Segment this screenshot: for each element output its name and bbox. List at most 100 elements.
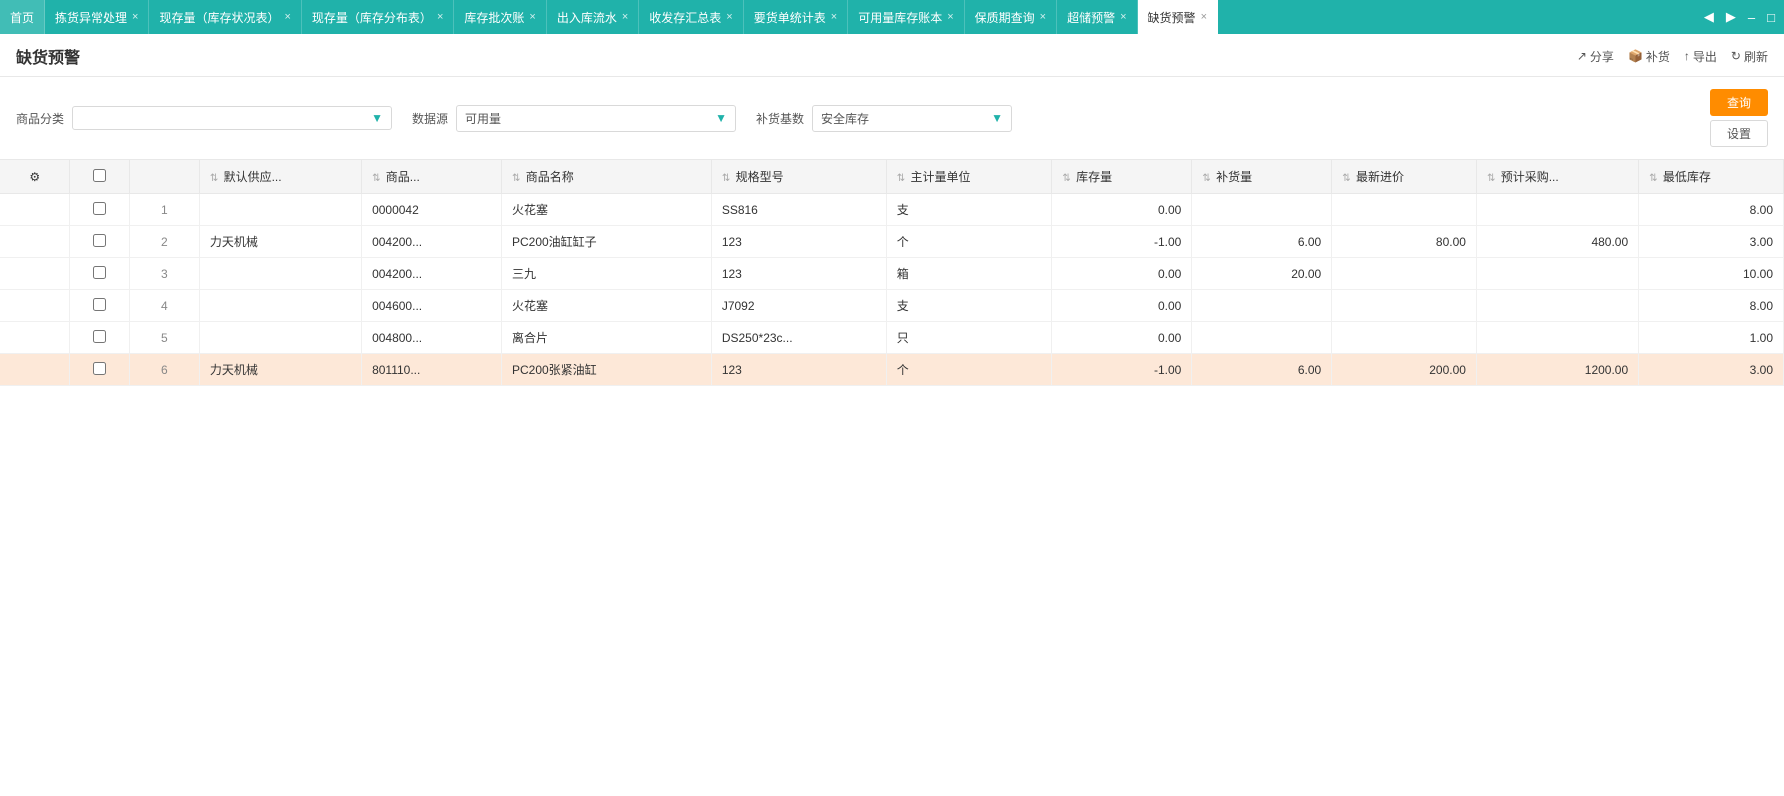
tab-inout-flow-close[interactable]: × bbox=[622, 11, 628, 23]
category-select[interactable]: ▼ bbox=[72, 106, 392, 130]
query-button[interactable]: 查询 bbox=[1710, 89, 1768, 116]
row-spec: DS250*23c... bbox=[711, 322, 886, 354]
row-checkbox-cell bbox=[70, 354, 129, 386]
tab-stock-dist-close[interactable]: × bbox=[437, 11, 443, 23]
datasource-filter-group: 数据源 可用量 ▼ bbox=[412, 105, 736, 132]
replenish-basis-select[interactable]: 安全库存 ▼ bbox=[812, 105, 1012, 132]
tab-overstock[interactable]: 超储预警 × bbox=[1057, 0, 1137, 34]
col-default-supplier[interactable]: ⇅ 默认供应... bbox=[199, 160, 361, 194]
tab-expiry[interactable]: 保质期查询 × bbox=[965, 0, 1057, 34]
shortage-table: ⚙ ⇅ 默认供应... ⇅ 商品... ⇅ bbox=[0, 159, 1784, 386]
tab-receipt-summary[interactable]: 收发存汇总表 × bbox=[639, 0, 743, 34]
gear-header-icon[interactable]: ⚙ bbox=[29, 170, 40, 184]
row-checkbox[interactable] bbox=[93, 298, 106, 311]
row-checkbox-cell bbox=[70, 322, 129, 354]
refresh-action[interactable]: ↻ 刷新 bbox=[1731, 48, 1768, 65]
datasource-arrow-icon: ▼ bbox=[715, 111, 727, 125]
col-estimated-purchase[interactable]: ⇅ 预计采购... bbox=[1476, 160, 1638, 194]
tab-expiry-close[interactable]: × bbox=[1040, 11, 1046, 23]
row-product-code: 004200... bbox=[362, 226, 502, 258]
col-row-num bbox=[129, 160, 199, 194]
row-product-code: 0000042 bbox=[362, 194, 502, 226]
row-default-supplier bbox=[199, 322, 361, 354]
row-latest-price bbox=[1332, 194, 1477, 226]
tab-home[interactable]: 首页 bbox=[0, 0, 45, 34]
share-action[interactable]: ↗ 分享 bbox=[1577, 48, 1614, 65]
sort-icon: ⇅ bbox=[1649, 173, 1657, 184]
sort-icon: ⇅ bbox=[1342, 173, 1350, 184]
tab-exception-close[interactable]: × bbox=[132, 11, 138, 23]
row-gear-cell bbox=[0, 322, 70, 354]
tab-minimize-btn[interactable]: – bbox=[1743, 8, 1760, 27]
tab-maximize-btn[interactable]: □ bbox=[1762, 8, 1780, 27]
row-stock-qty: 0.00 bbox=[1052, 322, 1192, 354]
tab-order-stats[interactable]: 要货单统计表 × bbox=[744, 0, 848, 34]
tab-available[interactable]: 可用量库存账本 × bbox=[848, 0, 964, 34]
col-product-name[interactable]: ⇅ 商品名称 bbox=[501, 160, 711, 194]
row-spec: 123 bbox=[711, 354, 886, 386]
tab-inout-flow[interactable]: 出入库流水 × bbox=[547, 0, 639, 34]
replenish-action[interactable]: 📦 补货 bbox=[1628, 48, 1670, 65]
row-unit: 个 bbox=[886, 226, 1052, 258]
row-product-name: PC200张紧油缸 bbox=[501, 354, 711, 386]
row-stock-qty: -1.00 bbox=[1052, 226, 1192, 258]
datasource-select[interactable]: 可用量 ▼ bbox=[456, 105, 736, 132]
row-number: 5 bbox=[129, 322, 199, 354]
row-gear-cell bbox=[0, 226, 70, 258]
tab-stock-status-close[interactable]: × bbox=[284, 11, 290, 23]
export-label: 导出 bbox=[1693, 48, 1717, 65]
col-gear: ⚙ bbox=[0, 160, 70, 194]
tab-batch-close[interactable]: × bbox=[529, 11, 535, 23]
tab-shortage-close[interactable]: × bbox=[1201, 11, 1207, 23]
table-row: 6 力天机械 801110... PC200张紧油缸 123 个 -1.00 6… bbox=[0, 354, 1784, 386]
table-container: ⚙ ⇅ 默认供应... ⇅ 商品... ⇅ bbox=[0, 159, 1784, 386]
tab-receipt-summary-close[interactable]: × bbox=[726, 11, 732, 23]
tab-exception[interactable]: 拣货异常处理 × bbox=[45, 0, 149, 34]
row-default-supplier bbox=[199, 290, 361, 322]
settings-button[interactable]: 设置 bbox=[1710, 120, 1768, 147]
col-min-stock[interactable]: ⇅ 最低库存 bbox=[1639, 160, 1784, 194]
tab-shortage[interactable]: 缺货预警 × bbox=[1138, 0, 1218, 34]
col-latest-price[interactable]: ⇅ 最新进价 bbox=[1332, 160, 1477, 194]
tab-stock-status[interactable]: 现存量（库存状况表） × bbox=[149, 0, 301, 34]
table-header-row: ⚙ ⇅ 默认供应... ⇅ 商品... ⇅ bbox=[0, 160, 1784, 194]
row-min-stock: 8.00 bbox=[1639, 290, 1784, 322]
share-icon: ↗ bbox=[1577, 49, 1587, 63]
export-action[interactable]: ↑ 导出 bbox=[1684, 48, 1717, 65]
tab-available-close[interactable]: × bbox=[947, 11, 953, 23]
table-row: 3 004200... 三九 123 箱 0.00 20.00 10.00 bbox=[0, 258, 1784, 290]
col-unit[interactable]: ⇅ 主计量单位 bbox=[886, 160, 1052, 194]
sort-icon: ⇅ bbox=[722, 173, 730, 184]
col-stock-qty[interactable]: ⇅ 库存量 bbox=[1052, 160, 1192, 194]
refresh-label: 刷新 bbox=[1744, 48, 1768, 65]
row-checkbox[interactable] bbox=[93, 362, 106, 375]
tab-overstock-close[interactable]: × bbox=[1120, 11, 1126, 23]
row-replenish-qty bbox=[1192, 290, 1332, 322]
col-spec[interactable]: ⇅ 规格型号 bbox=[711, 160, 886, 194]
tab-stock-dist[interactable]: 现存量（库存分布表） × bbox=[302, 0, 454, 34]
row-checkbox[interactable] bbox=[93, 330, 106, 343]
tab-scroll-left-btn[interactable]: ◀ bbox=[1699, 7, 1719, 27]
col-replenish-qty[interactable]: ⇅ 补货量 bbox=[1192, 160, 1332, 194]
row-stock-qty: 0.00 bbox=[1052, 194, 1192, 226]
tab-scroll-right-btn[interactable]: ▶ bbox=[1721, 7, 1741, 27]
row-checkbox[interactable] bbox=[93, 202, 106, 215]
row-checkbox-cell bbox=[70, 194, 129, 226]
tab-batch[interactable]: 库存批次账 × bbox=[454, 0, 546, 34]
row-checkbox[interactable] bbox=[93, 234, 106, 247]
row-unit: 支 bbox=[886, 194, 1052, 226]
row-latest-price bbox=[1332, 290, 1477, 322]
row-number: 4 bbox=[129, 290, 199, 322]
row-stock-qty: 0.00 bbox=[1052, 290, 1192, 322]
page-header: 缺货预警 ↗ 分享 📦 补货 ↑ 导出 ↻ 刷新 bbox=[0, 34, 1784, 77]
header-actions: ↗ 分享 📦 补货 ↑ 导出 ↻ 刷新 bbox=[1577, 48, 1768, 65]
row-min-stock: 3.00 bbox=[1639, 226, 1784, 258]
select-all-checkbox[interactable] bbox=[93, 169, 106, 182]
col-product-code[interactable]: ⇅ 商品... bbox=[362, 160, 502, 194]
row-checkbox[interactable] bbox=[93, 266, 106, 279]
tab-order-stats-close[interactable]: × bbox=[831, 11, 837, 23]
row-gear-cell bbox=[0, 194, 70, 226]
row-min-stock: 10.00 bbox=[1639, 258, 1784, 290]
replenish-basis-value: 安全库存 bbox=[821, 110, 869, 127]
page-container: 缺货预警 ↗ 分享 📦 补货 ↑ 导出 ↻ 刷新 商品分类 bbox=[0, 34, 1784, 796]
